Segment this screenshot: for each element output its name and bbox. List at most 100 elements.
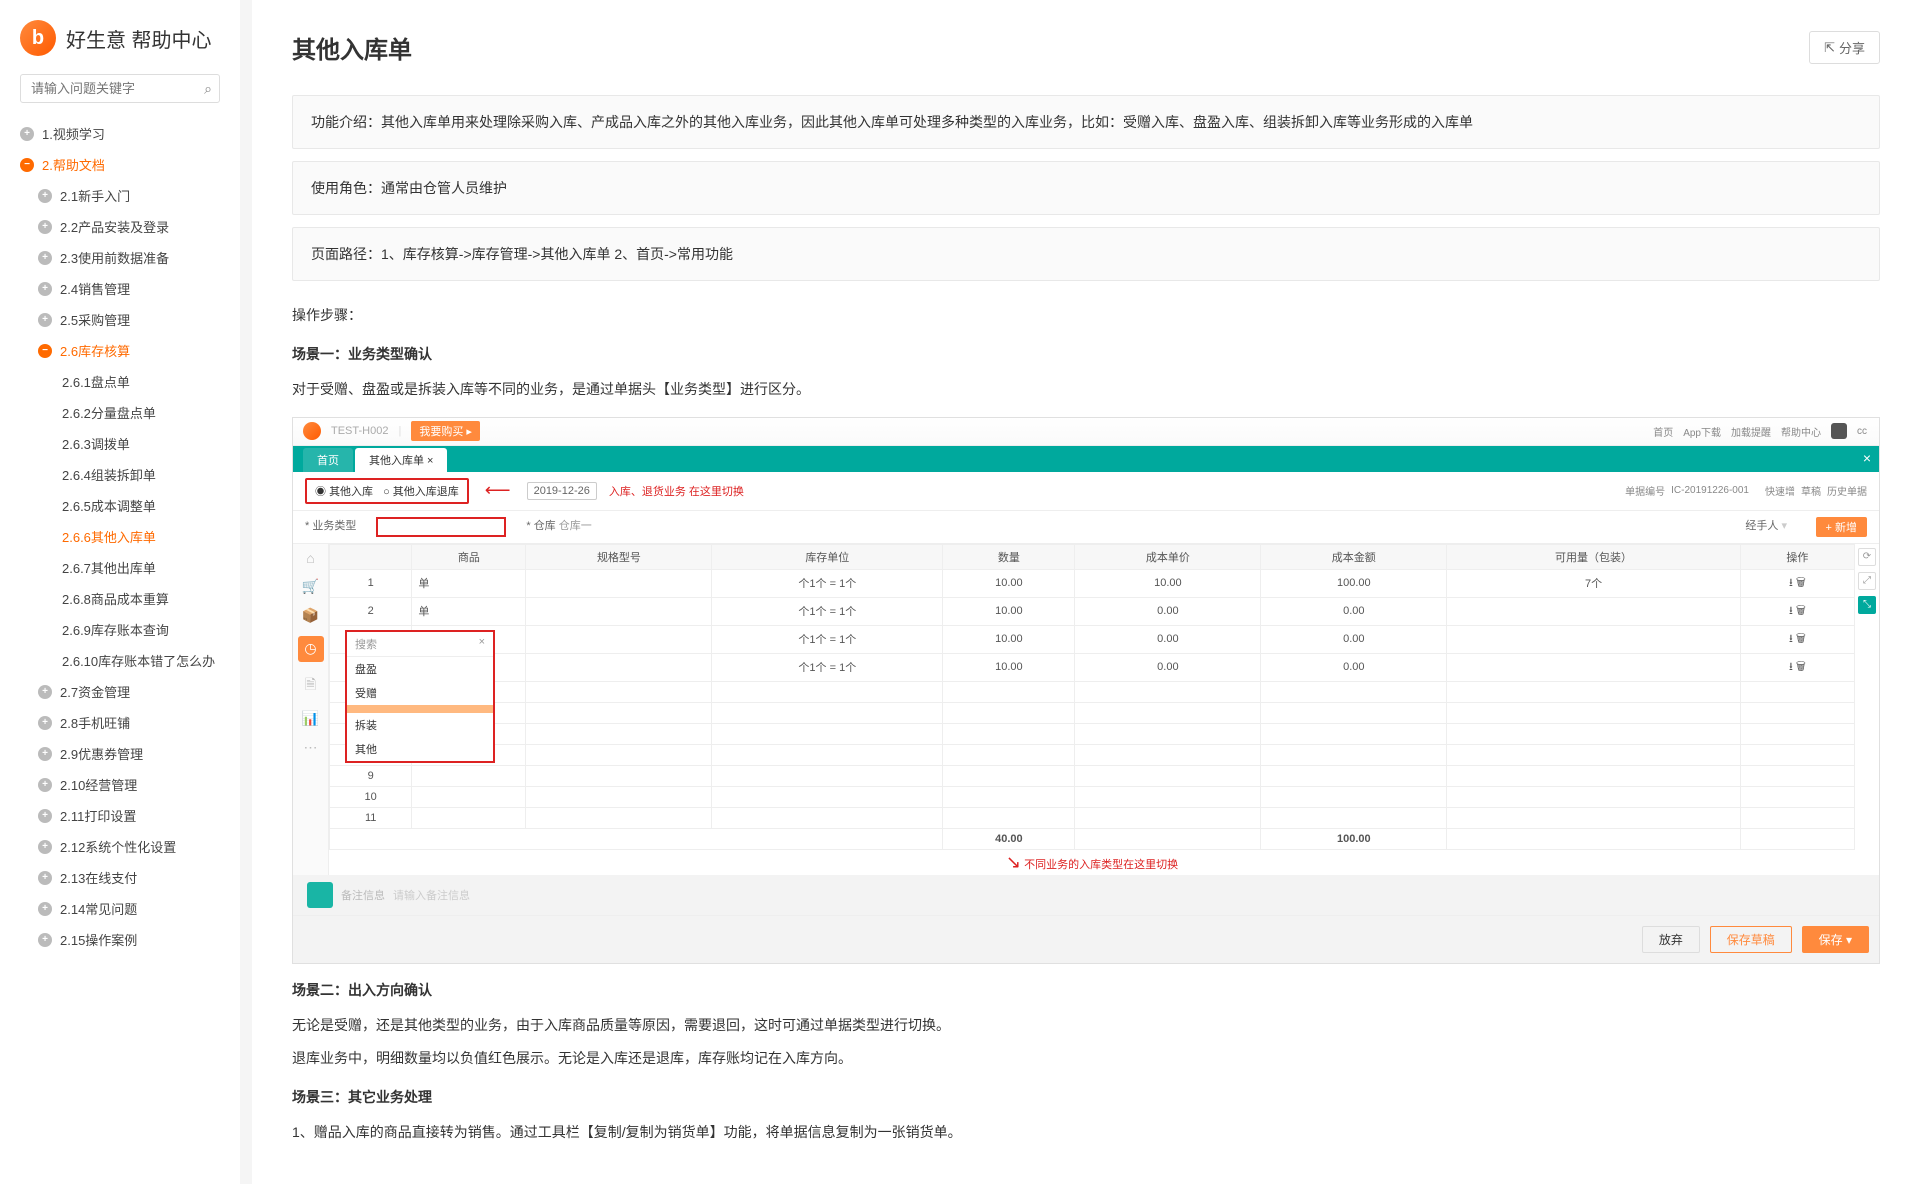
tree-item[interactable]: +2.3使用前数据准备 [0,242,240,273]
tree-item[interactable]: 2.6.2分量盘点单 [0,397,240,428]
table-row[interactable]: 1单个1个 = 1个10.0010.00100.007个⭳ 🗑 [330,569,1855,597]
ss-body: ⌂ 🛒 📦 ◷ 🗎 📊 ⋯ 商品规格型号库存单位数量成本单价成本金额可用量（包装… [293,544,1879,875]
tree-item[interactable]: +2.8手机旺铺 [0,707,240,738]
tree-item[interactable]: 2.6.3调拨单 [0,428,240,459]
ss-dd-opt-3[interactable]: 拆装 [347,713,493,737]
tree-item[interactable]: 2.6.8商品成本重算 [0,583,240,614]
ss-dropdown[interactable]: 搜索× 盘盈 受赠 拆装 其他 [345,630,495,763]
ss-create-button[interactable]: + 新增 [1816,517,1867,537]
expand-icon[interactable]: + [38,840,52,854]
ss-link-app[interactable]: App下载 [1683,424,1721,439]
ss-tool-draft[interactable]: 草稿 [1801,483,1821,498]
ss-ico-home-icon[interactable]: ⌂ [306,550,314,566]
ss-ico-doc-icon[interactable]: 🗎 [305,674,316,698]
ss-ico-cart-icon[interactable]: 🛒 [302,578,319,595]
ss-th: 操作 [1740,544,1854,569]
table-row[interactable]: 7 [330,723,1855,744]
ss-dd-opt-0[interactable]: 盘盈 [347,657,493,681]
ss-radio-group[interactable]: ◉ 其他入库 ○ 其他入库退库 [305,478,469,504]
expand-icon[interactable]: + [38,902,52,916]
tree-item[interactable]: +2.4销售管理 [0,273,240,304]
tree-item[interactable]: 2.6.7其他出库单 [0,552,240,583]
tree-item[interactable]: −2.6库存核算 [0,335,240,366]
table-row[interactable]: 2单个1个 = 1个10.000.000.00⭳ 🗑 [330,597,1855,625]
table-row[interactable]: 3单个1个 = 1个10.000.000.00⭳ 🗑 [330,625,1855,653]
search-icon[interactable]: ⌕ [204,80,212,97]
collapse-icon[interactable]: − [38,344,52,358]
expand-icon[interactable]: + [38,313,52,327]
tree-item[interactable]: +2.12系统个性化设置 [0,831,240,862]
tree-item[interactable]: +2.11打印设置 [0,800,240,831]
tree-item[interactable]: +2.15操作案例 [0,924,240,955]
table-row[interactable]: 4单个1个 = 1个10.000.000.00⭳ 🗑 [330,653,1855,681]
tree-item[interactable]: +2.13在线支付 [0,862,240,893]
ss-link-reminder[interactable]: 加载提醒 [1731,424,1771,439]
tree-item[interactable]: +1.视频学习 [0,118,240,149]
expand-icon[interactable]: + [38,871,52,885]
ss-avatar-icon[interactable] [1831,423,1847,439]
ss-dd-opt-2[interactable] [347,705,493,713]
ss-ico-more-icon[interactable]: ⋯ [304,739,318,756]
tree-item[interactable]: 2.6.9库存账本查询 [0,614,240,645]
ss-cancel-button[interactable]: 放弃 [1642,926,1700,953]
share-button[interactable]: ⇱ 分享 [1809,31,1880,64]
expand-icon[interactable]: + [38,778,52,792]
tree-item[interactable]: +2.9优惠券管理 [0,738,240,769]
ss-link-help[interactable]: 帮助中心 [1781,424,1821,439]
ss-radio-return[interactable]: ○ 其他入库退库 [383,483,459,499]
expand-icon[interactable]: + [38,282,52,296]
ss-ricon-2-icon[interactable]: ⤢ [1858,572,1876,590]
table-row[interactable]: 5 [330,681,1855,702]
expand-icon[interactable]: + [38,189,52,203]
table-row[interactable]: 10 [330,786,1855,807]
tree-item[interactable]: +2.5采购管理 [0,304,240,335]
expand-icon[interactable]: + [38,716,52,730]
tree-item[interactable]: +2.10经营管理 [0,769,240,800]
ss-ico-box-icon[interactable]: 📦 [302,607,319,624]
ss-tool-history[interactable]: 历史单据 [1827,483,1867,498]
expand-icon[interactable]: + [38,933,52,947]
table-row[interactable]: 9 [330,765,1855,786]
ss-tab-current[interactable]: 其他入库单 × [355,448,447,472]
search-input[interactable] [20,74,220,103]
tree-item[interactable]: 2.6.10库存账本错了怎么办 [0,645,240,676]
expand-icon[interactable]: + [38,747,52,761]
ss-tab-close-icon[interactable]: × [1863,450,1871,466]
table-row[interactable]: 6 [330,702,1855,723]
tree-item[interactable]: +2.14常见问题 [0,893,240,924]
ss-draft-button[interactable]: 保存草稿 [1710,926,1792,953]
ss-biztype-select[interactable] [376,517,506,537]
expand-icon[interactable]: + [38,220,52,234]
ss-dd-opt-4[interactable]: 其他 [347,737,493,761]
ss-link-home[interactable]: 首页 [1653,424,1673,439]
expand-icon[interactable]: + [38,809,52,823]
table-row[interactable]: 8 [330,744,1855,765]
expand-icon[interactable]: + [38,685,52,699]
ss-dropdown-close-icon[interactable]: × [479,636,485,652]
scene1-title: 场景一：业务类型确认 [292,342,1880,367]
collapse-icon[interactable]: − [20,158,34,172]
ss-ico-clock-icon[interactable]: ◷ [298,636,324,662]
ss-dd-opt-1[interactable]: 受赠 [347,681,493,705]
tree-item[interactable]: +2.1新手入门 [0,180,240,211]
tree-item[interactable]: 2.6.1盘点单 [0,366,240,397]
tree-item[interactable]: 2.6.5成本调整单 [0,490,240,521]
tree-item[interactable]: +2.2产品安装及登录 [0,211,240,242]
ss-tool-quick[interactable]: 快速增 [1765,483,1795,498]
table-row[interactable]: 11 [330,807,1855,828]
tree-item[interactable]: −2.帮助文档 [0,149,240,180]
ss-ico-chart-icon[interactable]: 📊 [302,710,319,727]
ss-experience-btn[interactable]: 我要购买 ▸ [411,421,480,441]
expand-icon[interactable]: + [20,127,34,141]
tree-item[interactable]: 2.6.6其他入库单 [0,521,240,552]
expand-icon[interactable]: + [38,251,52,265]
tree-item[interactable]: 2.6.4组装拆卸单 [0,459,240,490]
ss-ricon-3-icon[interactable]: ⤡ [1858,596,1876,614]
scene1-text: 对于受赠、盘盈或是拆装入库等不同的业务，是通过单据头【业务类型】进行区分。 [292,377,1880,402]
tree-item[interactable]: +2.7资金管理 [0,676,240,707]
ss-tab-home[interactable]: 首页 [303,448,353,472]
ss-radio-in[interactable]: ◉ 其他入库 [315,483,373,499]
ss-date-input[interactable]: 2019-12-26 [527,482,597,500]
ss-ricon-1-icon[interactable]: ⟳ [1858,548,1876,566]
ss-save-button[interactable]: 保存 ▾ [1802,926,1869,953]
